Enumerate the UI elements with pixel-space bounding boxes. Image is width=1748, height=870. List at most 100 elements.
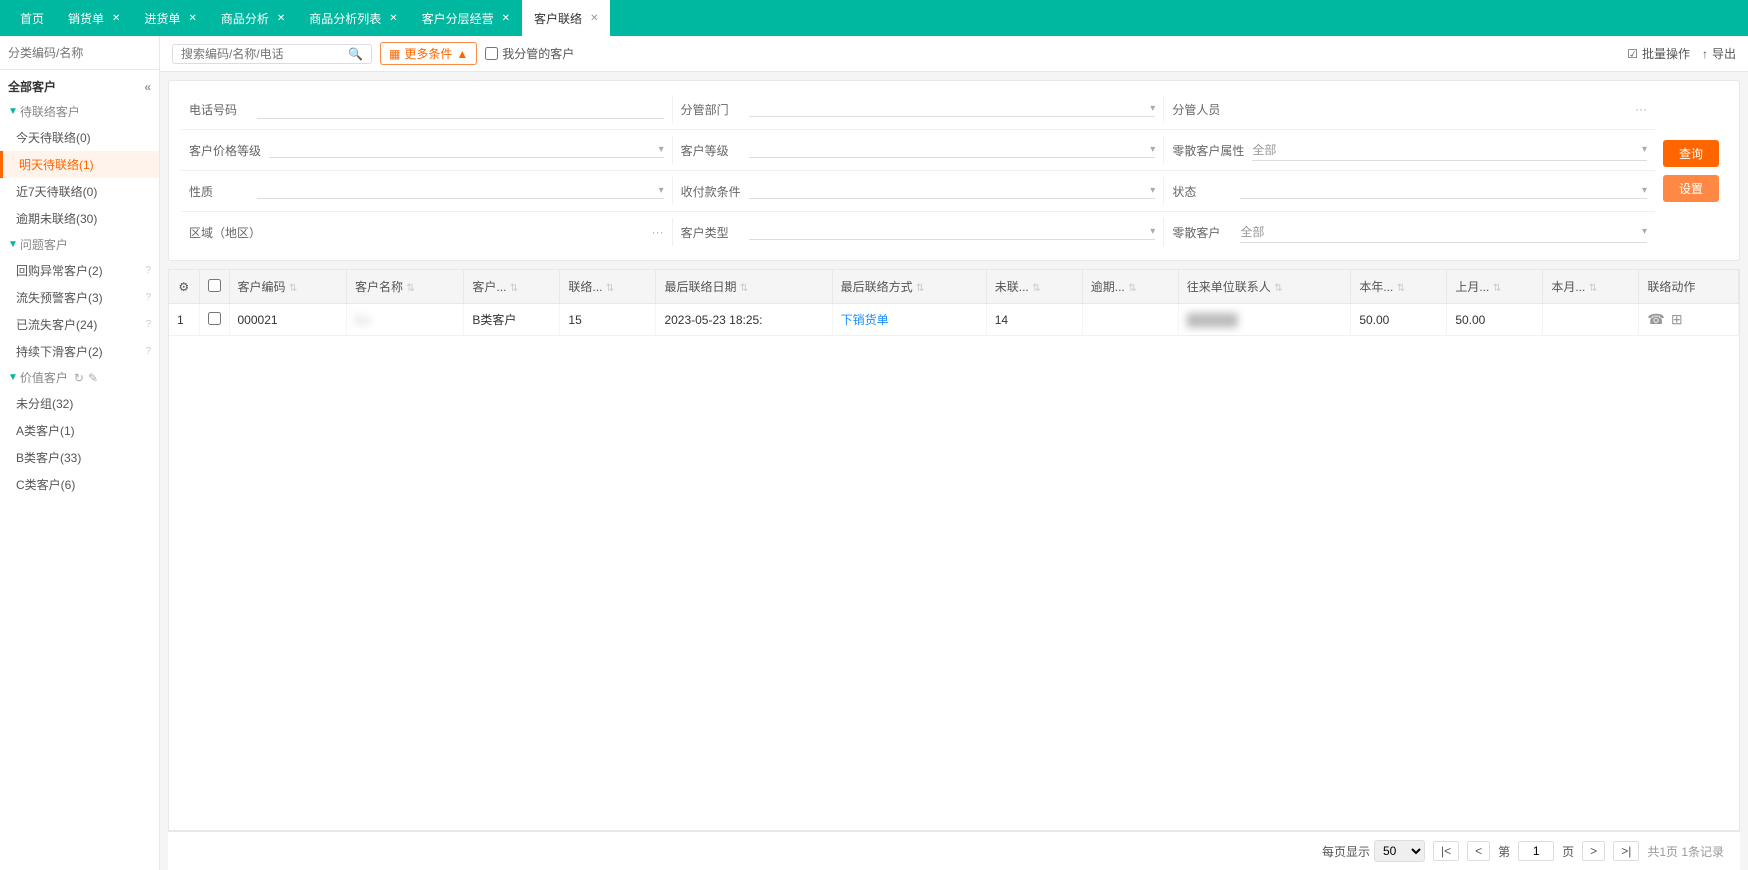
th-action[interactable]: 联络动作 [1639,270,1739,304]
nav-purchase-order[interactable]: 进货单 ✕ [132,0,208,36]
cell-last-date: 2023-05-23 18:25: [656,304,832,336]
action-phone-icon[interactable]: ☎ [1647,311,1664,328]
sort-icon-overdue: ⇅ [1128,283,1136,294]
main-search-icon[interactable]: 🔍 [348,47,363,61]
dots-icon-region[interactable]: ··· [652,225,664,239]
filter-select-dept[interactable]: ▾ [749,101,1156,117]
nav-product-analysis[interactable]: 商品分析 ✕ [209,0,297,36]
main-search-input[interactable] [181,47,342,61]
chevron-down-icon-nature: ▾ [659,185,664,196]
sidebar-search-input[interactable] [8,46,160,60]
th-code[interactable]: 客户编码 ⇅ [229,270,346,304]
help-icon-3[interactable]: ? [145,319,151,330]
chevron-down-icon-price-grade: ▾ [659,144,664,155]
content-area: 🔍 ▦ 更多条件 ▲ 我分管的客户 ☑ 批量操作 ↑ 导出 [160,36,1748,870]
sidebar-item-ungrouped[interactable]: 未分组(32) [0,390,159,417]
th-this-month[interactable]: 本月... ⇅ [1543,270,1639,304]
filter-select-nature[interactable]: ▾ [257,183,664,199]
sort-icon-contact-person: ⇅ [1274,283,1282,294]
help-icon-2[interactable]: ? [145,292,151,303]
filter-select-grade[interactable]: ▾ [749,142,1156,158]
close-sales-order-icon[interactable]: ✕ [112,13,120,24]
sidebar-item-churn-warning[interactable]: 流失预警客户(3) ? [0,284,159,311]
my-customers-checkbox-container[interactable]: 我分管的客户 [485,45,574,62]
bulk-action-button[interactable]: ☑ 批量操作 [1627,45,1690,62]
action-grid-icon[interactable]: ⊞ [1671,311,1683,328]
sidebar-item-overdue-contact[interactable]: 逾期未联络(30) [0,205,159,232]
more-filters-button[interactable]: ▦ 更多条件 ▲ [380,42,477,65]
filter-select-status[interactable]: ▾ [1240,183,1647,199]
th-this-year[interactable]: 本年... ⇅ [1351,270,1447,304]
th-last-month[interactable]: 上月... ⇅ [1447,270,1543,304]
prev-page-button[interactable]: < [1467,841,1490,861]
page-size-select[interactable]: 50 100 200 [1374,840,1425,862]
filter-input-phone[interactable] [257,100,664,119]
cell-last-method[interactable]: 下销货单 [832,304,986,336]
cell-name: Ea [346,304,463,336]
dots-icon-person[interactable]: ··· [1635,102,1647,116]
close-product-analysis-icon[interactable]: ✕ [277,13,285,24]
close-purchase-order-icon[interactable]: ✕ [188,13,196,24]
last-page-button[interactable]: >| [1613,841,1639,861]
nav-product-analysis-list[interactable]: 商品分析列表 ✕ [297,0,409,36]
triangle-icon: ▼ [8,106,18,117]
th-name[interactable]: 客户名称 ⇅ [346,270,463,304]
first-page-button[interactable]: |< [1433,841,1459,861]
th-settings[interactable]: ⚙ [169,270,199,304]
setting-button[interactable]: 设置 [1663,175,1719,202]
sidebar-item-class-a[interactable]: A类客户(1) [0,417,159,444]
select-all-checkbox[interactable] [208,279,221,292]
nav-customer-tier[interactable]: 客户分层经营 ✕ [410,0,522,36]
cell-contact-person: ██████ [1178,304,1351,336]
cell-last-month: 50.00 [1447,304,1543,336]
close-customer-contact-icon[interactable]: ✕ [590,13,598,24]
th-last-date[interactable]: 最后联络日期 ⇅ [656,270,832,304]
my-customers-checkbox[interactable] [485,47,498,60]
sidebar-item-today-contact[interactable]: 今天待联络(0) [0,124,159,151]
sidebar-item-class-c[interactable]: C类客户(6) [0,471,159,498]
customer-table: ⚙ 客户编码 ⇅ 客户名称 ⇅ 客户... ⇅ 联络... ⇅ 最后联络日期 ⇅… [169,270,1739,336]
help-icon-1[interactable]: ? [145,265,151,276]
filter-select-scatter-customer[interactable]: 全部 ▾ [1240,221,1647,243]
th-no-contact[interactable]: 未联... ⇅ [986,270,1082,304]
th-checkbox[interactable] [199,270,229,304]
help-icon-4[interactable]: ? [145,346,151,357]
cell-checkbox[interactable] [199,304,229,336]
sidebar-item-repurchase-anomaly[interactable]: 回购异常客户(2) ? [0,257,159,284]
th-contact-person[interactable]: 往来单位联系人 ⇅ [1178,270,1351,304]
export-button[interactable]: ↑ 导出 [1702,45,1736,62]
sidebar-item-declining[interactable]: 持续下滑客户(2) ? [0,338,159,365]
refresh-icon[interactable]: ↻ [74,371,84,385]
filter-label-scatter-attr: 零散客户属性 [1172,142,1244,159]
nav-sales-order[interactable]: 销货单 ✕ [56,0,132,36]
close-customer-tier-icon[interactable]: ✕ [502,13,510,24]
query-button[interactable]: 查询 [1663,140,1719,167]
filter-select-customer-type[interactable]: ▾ [749,224,1156,240]
edit-icon[interactable]: ✎ [88,371,98,385]
filter-select-payment[interactable]: ▾ [749,183,1156,199]
th-last-method[interactable]: 最后联络方式 ⇅ [832,270,986,304]
sidebar-item-week-contact[interactable]: 近7天待联络(0) [0,178,159,205]
filter-row-3: 性质 ▾ 收付款条件 ▾ [181,171,1655,212]
sidebar-item-class-b[interactable]: B类客户(33) [0,444,159,471]
sidebar-all-customers[interactable]: 全部客户 « [0,70,159,99]
sidebar-item-churned[interactable]: 已流失客户(24) ? [0,311,159,338]
last-method-link[interactable]: 下销货单 [841,313,889,327]
th-overdue[interactable]: 逾期... ⇅ [1082,270,1178,304]
filter-cell-grade: 客户等级 ▾ [673,136,1165,164]
row-checkbox[interactable] [208,312,221,325]
sort-icon-no-contact: ⇅ [1032,283,1040,294]
sidebar-group-problem-customers: ▼ 问题客户 [0,232,159,257]
nav-customer-contact[interactable]: 客户联络 ✕ [522,0,610,36]
nav-home[interactable]: 首页 [8,0,56,36]
cell-no-contact: 14 [986,304,1082,336]
chevron-down-icon-customer-type: ▾ [1150,226,1155,237]
filter-select-price-grade[interactable]: ▾ [269,142,664,158]
next-page-button[interactable]: > [1582,841,1605,861]
filter-select-scatter-attr[interactable]: 全部 ▾ [1252,139,1647,161]
th-type[interactable]: 客户... ⇅ [464,270,560,304]
th-contact-count[interactable]: 联络... ⇅ [560,270,656,304]
close-product-analysis-list-icon[interactable]: ✕ [389,13,397,24]
page-input[interactable] [1518,841,1554,861]
sidebar-item-tomorrow-contact[interactable]: 明天待联络(1) [0,151,159,178]
